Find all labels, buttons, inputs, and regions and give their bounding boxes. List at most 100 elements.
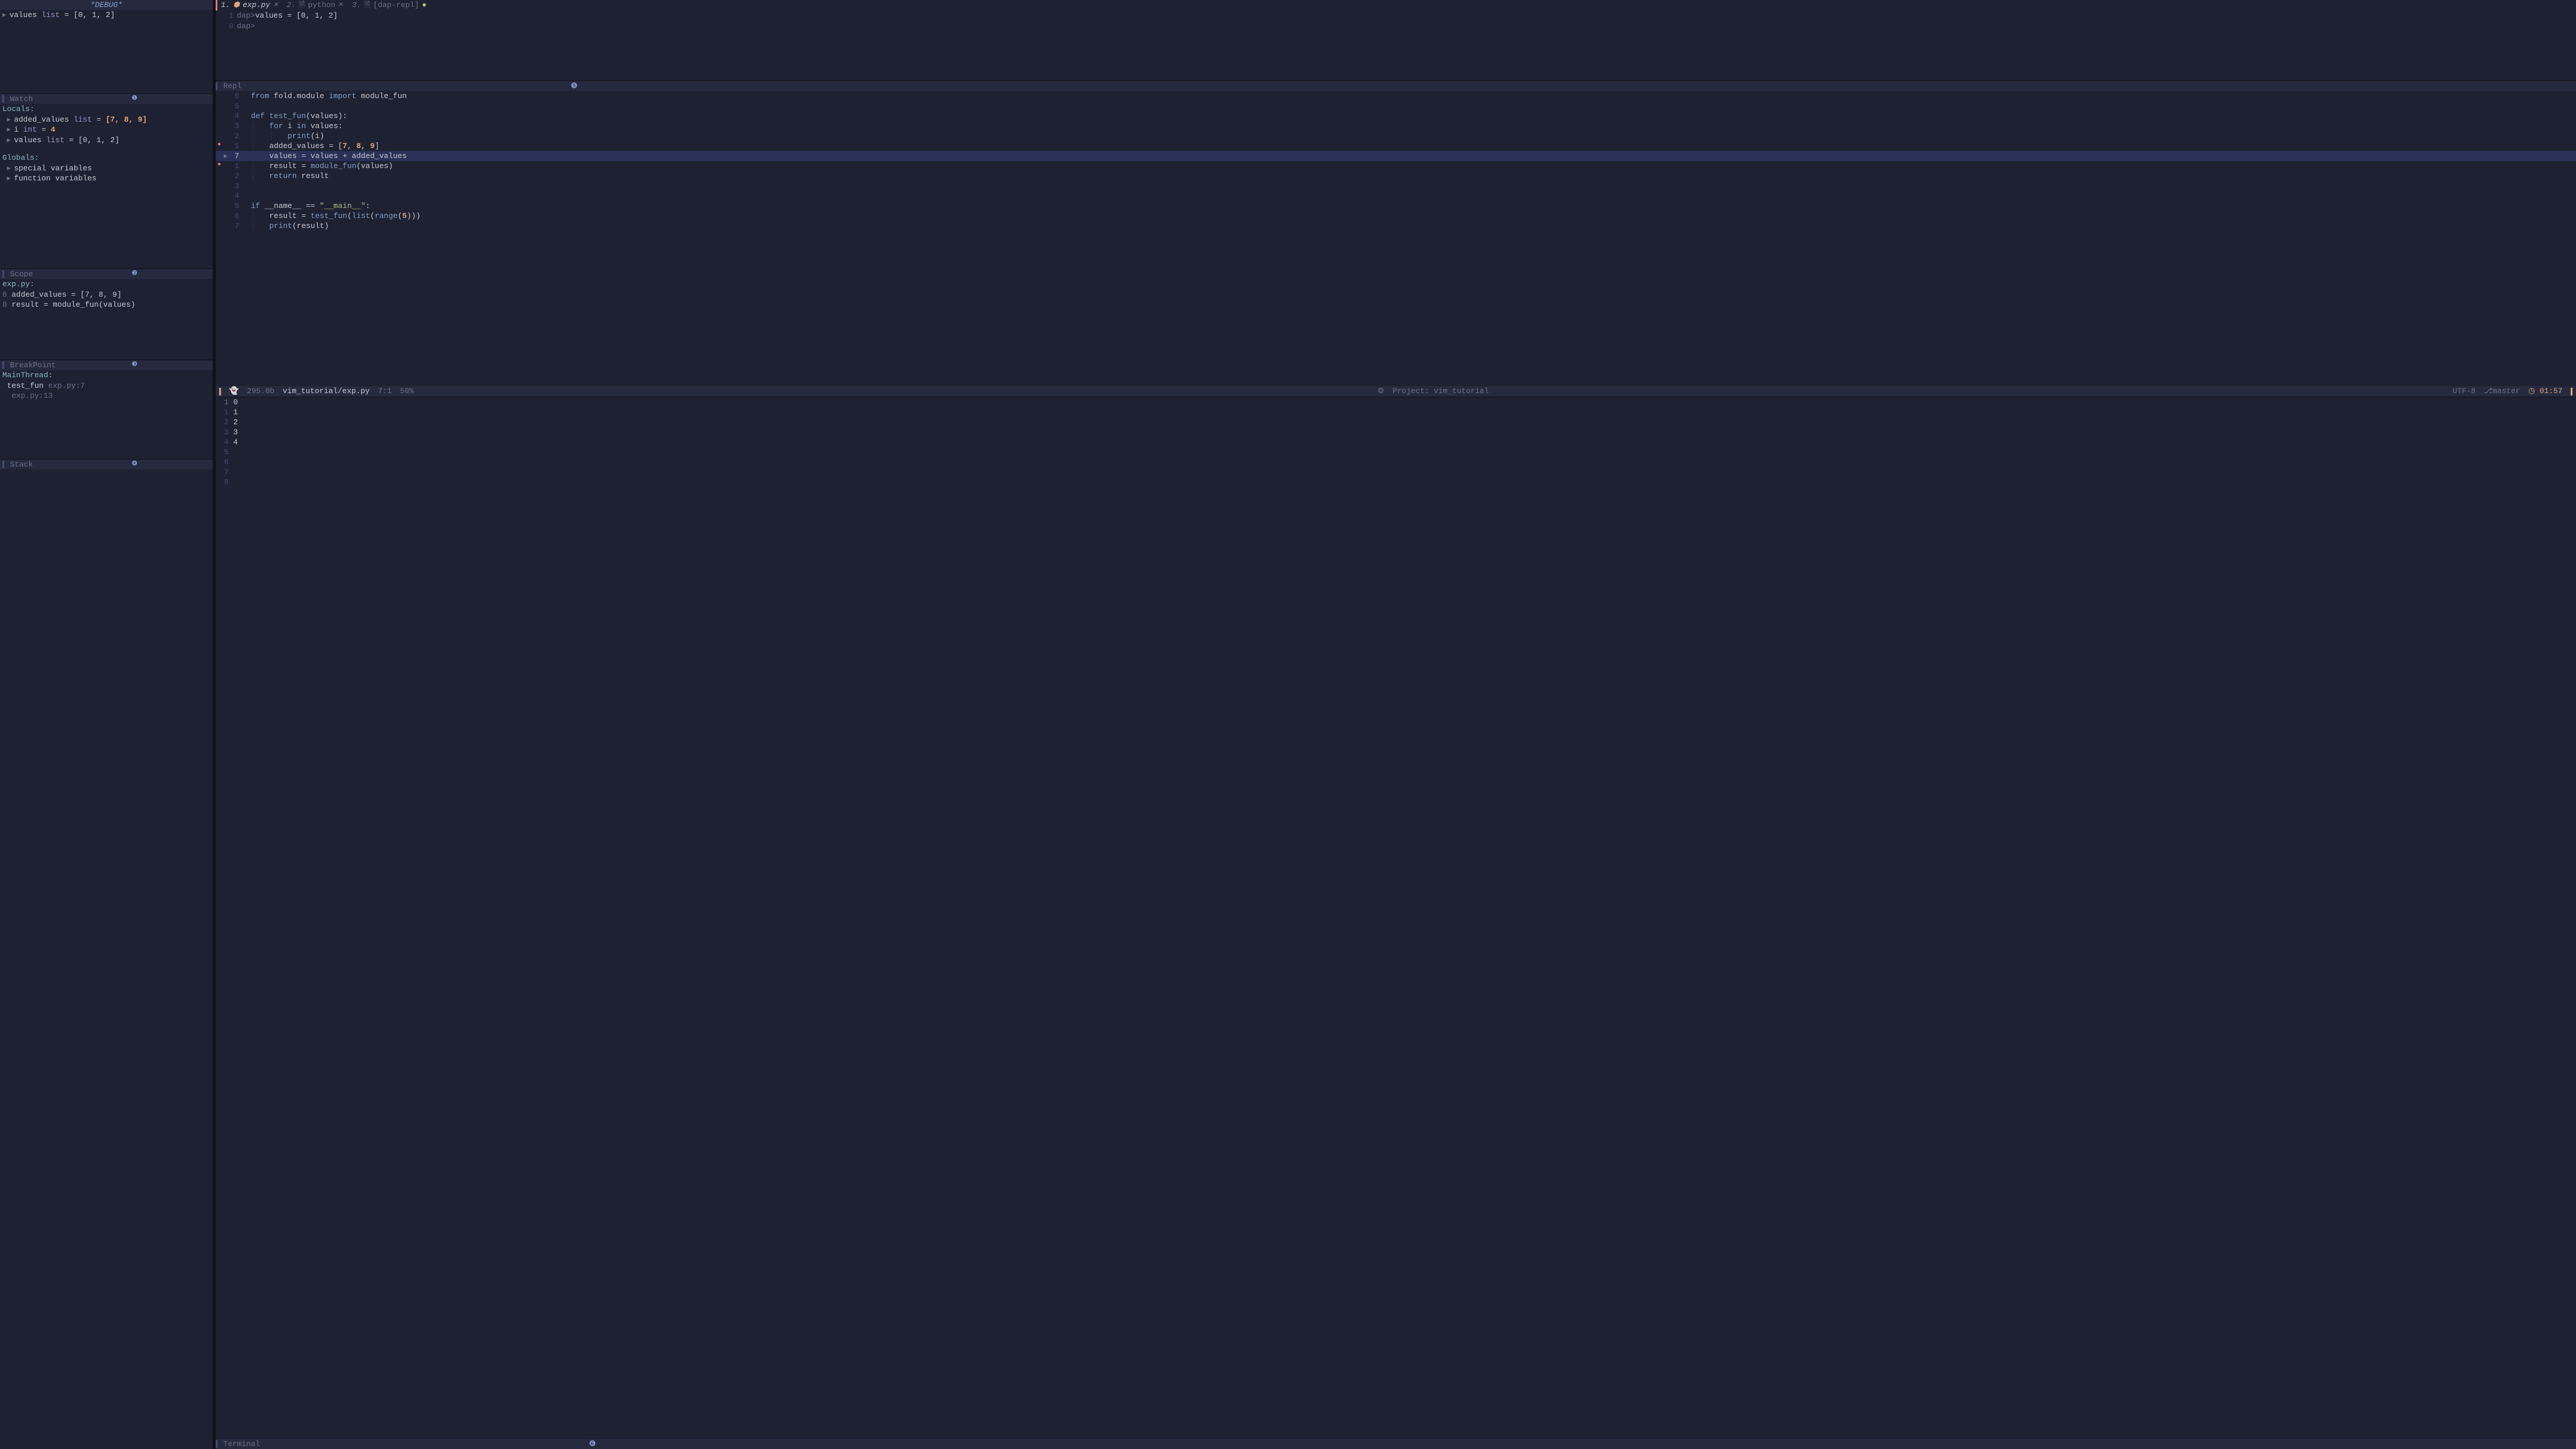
badge-icon: ❸ [132, 361, 137, 370]
repl-body[interactable]: 1dap> values = [0, 1, 2]0dap> [216, 11, 2576, 31]
watch-body[interactable]: Locals: ▸ added_values list = [7, 8, 9] … [0, 104, 213, 269]
thread-name: MainThread: [2, 370, 210, 381]
frame-location: exp.py:7 [48, 381, 85, 390]
watch-title-bar: Watch ❶ [0, 94, 213, 104]
code-line[interactable]: 3│ for i in values: [216, 121, 2576, 131]
terminal-body[interactable]: 10112233445678 [216, 397, 2576, 1439]
code-line[interactable]: 2│ return result [216, 171, 2576, 181]
terminal-text: 0 [233, 397, 238, 407]
local-variable-row[interactable]: ▸ added_values list = [7, 8, 9] [2, 115, 210, 125]
expand-icon[interactable]: ▸ [2, 115, 9, 125]
code-line[interactable]: ▸7│ values = values + added_values [216, 151, 2576, 161]
code-text: │ return result [246, 171, 2576, 182]
line-number: 2 [229, 131, 242, 142]
var-name: function variables [14, 173, 96, 184]
terminal-line: 6 [216, 457, 2576, 467]
tab-index: 2. [287, 0, 296, 11]
stack-frames: test_fun exp.py:7 exp.py:13 [2, 381, 210, 401]
badge-icon: ❷ [132, 270, 137, 279]
tab-daprepl[interactable]: 3.🗎[dap-repl]● [352, 0, 427, 11]
code-line[interactable]: ●1│ added_values = [7, 8, 9] [216, 141, 2576, 151]
breakpoint-body[interactable]: MainThread: test_fun exp.py:7 exp.py:13 [0, 370, 213, 459]
tab-python[interactable]: 2.🗎python✕ [287, 0, 344, 11]
var-name: special variables [14, 163, 92, 174]
globals-list: ▸ special variables ▸ function variables [2, 163, 210, 184]
code-text: │ added_values = [7, 8, 9] [246, 141, 2576, 152]
code-line[interactable]: 4 def test_fun(values): [216, 111, 2576, 121]
code-line[interactable]: 7│ print(result) [216, 221, 2576, 231]
repl-line[interactable]: 1dap> values = [0, 1, 2] [226, 11, 2576, 21]
main-area: 1.⬢exp.py✕ 2.🗎python✕ 3.🗎[dap-repl]● 1dap>… [216, 0, 2576, 1449]
tab-label: [dap-repl] [373, 0, 419, 11]
frame-function: test_fun [7, 381, 43, 390]
close-icon[interactable]: ✕ [338, 1, 344, 10]
cursor-position: 7:1 [378, 386, 391, 397]
stack-frame-row[interactable]: test_fun exp.py:7 [2, 381, 210, 391]
terminal-text: 3 [233, 427, 238, 437]
stack-frame-row[interactable]: exp.py:13 [2, 391, 210, 401]
editor-header-title: Repl [223, 81, 242, 92]
file-icon: 🗎 [299, 0, 305, 11]
local-variable-row[interactable]: ▸ values list = [0, 1, 2] [2, 135, 210, 146]
code-line[interactable]: 5 [216, 101, 2576, 111]
terminal-title: Terminal [223, 1439, 260, 1449]
file-size: 295.0b [247, 386, 274, 397]
debug-body[interactable]: ▸ values list = [0, 1, 2] [0, 10, 213, 93]
code-text: def test_fun(values): [246, 111, 2576, 122]
code-line[interactable]: 4 [216, 191, 2576, 201]
line-number: 8 [2, 300, 7, 309]
gutter-number: 1 [216, 397, 233, 407]
code-line[interactable]: 6│ result = test_fun(list(range(5))) [216, 211, 2576, 221]
breakpoint-gutter[interactable]: ● [216, 161, 223, 169]
badge-icon: ❻ [589, 1439, 596, 1449]
scope-body[interactable]: exp.py: 6 added_values = [7, 8, 9]8 resu… [0, 279, 213, 360]
git-branch: ⎇master [2484, 386, 2520, 397]
expand-icon[interactable]: ▸ [2, 173, 9, 184]
scope-lines: 6 added_values = [7, 8, 9]8 result = mod… [2, 290, 210, 310]
rest: = module_fun(values) [39, 300, 135, 309]
scroll-percent: 50% [400, 386, 414, 397]
expand-icon[interactable]: ▸ [2, 163, 9, 174]
line-number: 1 [229, 161, 242, 172]
local-variable-row[interactable]: ▸ i int = 4 [2, 125, 210, 135]
stack-title: Stack [10, 459, 33, 470]
global-variable-row[interactable]: ▸ function variables [2, 173, 210, 184]
code-line[interactable]: 3 [216, 181, 2576, 191]
branch-icon: ⎇ [2484, 387, 2493, 395]
expand-icon[interactable]: ▸ [2, 10, 9, 21]
var-value: 4 [51, 125, 55, 135]
repl-line[interactable]: 0dap> [226, 21, 2576, 32]
code-line[interactable]: ●1│ result = module_fun(values) [216, 161, 2576, 171]
code-line[interactable]: 6from fold.module import module_fun [216, 91, 2576, 101]
var-name: added_values [14, 115, 69, 125]
expand-icon[interactable]: ▸ [2, 135, 9, 146]
editor-body[interactable]: 6from fold.module import module_fun54def… [216, 91, 2576, 386]
watch-pane: Watch ❶ Locals: ▸ added_values list = [7… [0, 93, 213, 269]
dap-repl-pane[interactable]: 1dap> values = [0, 1, 2]0dap> [216, 11, 2576, 80]
globals-header: Globals: [2, 153, 210, 163]
debug-variable-row[interactable]: ▸ values list = [0, 1, 2] [2, 10, 210, 21]
terminal-text: 4 [233, 437, 238, 447]
code-line[interactable]: 2│ │ print(i) [216, 131, 2576, 141]
var-value: [0, 1, 2] [78, 135, 119, 146]
pane-accent [2, 270, 4, 278]
debug-pane: *DEBUG* ▸ values list = [0, 1, 2] [0, 0, 213, 93]
breakpoint-pane: BreakPoint ❸ MainThread: test_fun exp.py… [0, 360, 213, 459]
gutter-number: 6 [216, 457, 233, 467]
scope-line[interactable]: 8 result = module_fun(values) [2, 300, 210, 310]
code-line[interactable]: 5if __name__ == "__main__": [216, 201, 2576, 211]
global-variable-row[interactable]: ▸ special variables [2, 163, 210, 174]
breakpoint-gutter[interactable]: ● [216, 141, 223, 149]
gutter-number: 4 [216, 437, 233, 447]
scope-file: exp.py: [2, 279, 210, 290]
var-name: values [9, 10, 37, 21]
terminal-output-pane[interactable]: 10112233445678 [216, 397, 2576, 1439]
scope-line[interactable]: 6 added_values = [7, 8, 9] [2, 290, 210, 300]
close-icon[interactable]: ✕ [273, 1, 279, 10]
repl-text: values = [0, 1, 2] [255, 11, 337, 21]
line-number: 4 [229, 111, 242, 122]
file-path: vim_tutorial/exp.py [283, 386, 370, 397]
tab-exppy[interactable]: 1.⬢exp.py✕ [221, 0, 279, 11]
terminal-text: 2 [233, 417, 238, 427]
expand-icon[interactable]: ▸ [2, 125, 9, 135]
